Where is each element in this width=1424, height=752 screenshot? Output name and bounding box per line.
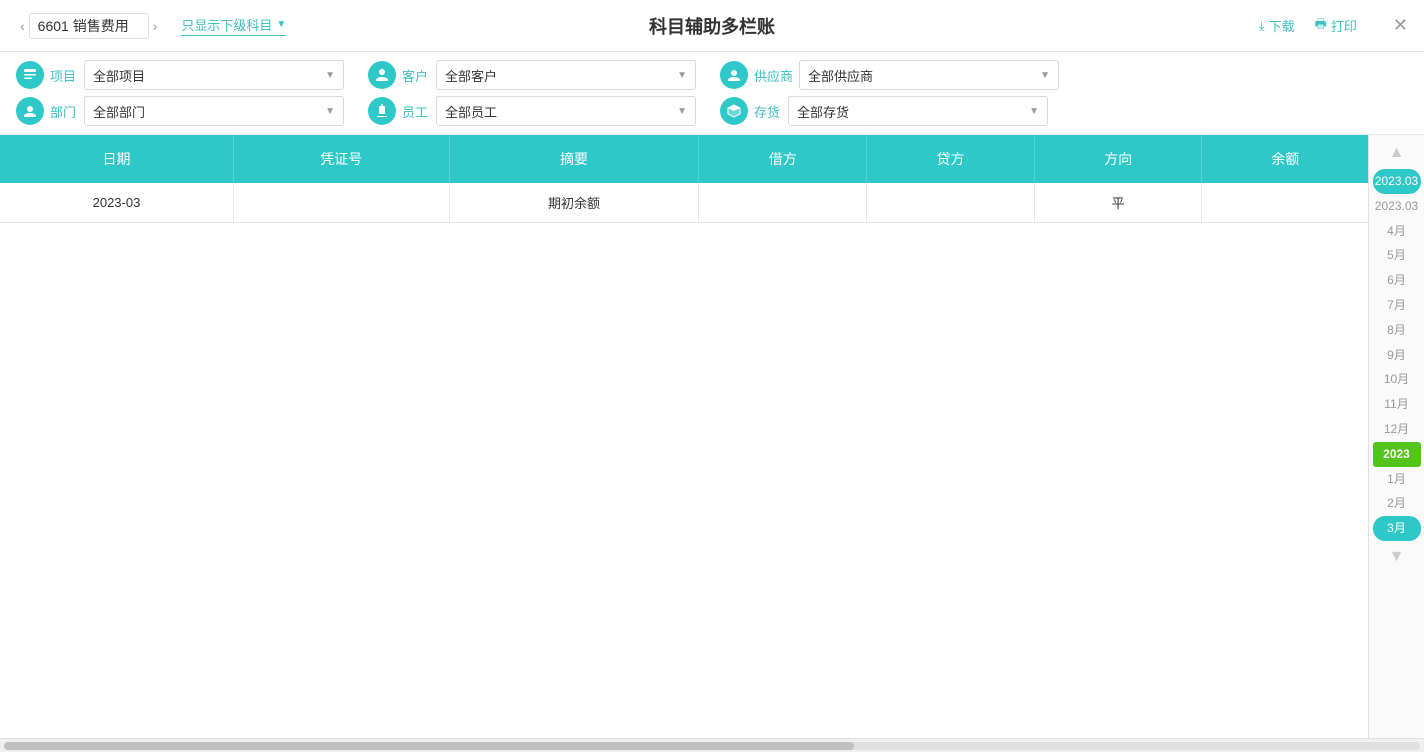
department-label: 部门 <box>50 102 78 121</box>
table-wrapper: 日期 凭证号 摘要 借方 贷方 方向 余额 2023-03 期初余额 平 ▲ <box>0 135 1424 738</box>
sidebar-month-item[interactable]: 2月 <box>1373 491 1421 516</box>
cell-balance <box>1202 183 1368 223</box>
sidebar-month-item[interactable]: 2023.03 <box>1373 169 1421 194</box>
sidebar-month-item[interactable]: 10月 <box>1373 367 1421 392</box>
sidebar-items-container: 2023.032023.034月5月6月7月8月9月10月11月12月20231… <box>1373 169 1421 541</box>
filter-item-inventory: 存货 全部存货 ▼ <box>720 96 1048 126</box>
account-code-area: 6601 销售费用 <box>29 13 149 39</box>
sidebar-month-item[interactable]: 5月 <box>1373 243 1421 268</box>
table-header-row: 日期 凭证号 摘要 借方 贷方 方向 余额 <box>0 135 1368 183</box>
col-summary: 摘要 <box>449 135 699 183</box>
show-sub-accounts-filter[interactable]: 只显示下级科目 ▼ <box>181 15 286 36</box>
sidebar-month-item[interactable]: 2023 <box>1373 442 1421 467</box>
bottom-scrollbar[interactable] <box>0 738 1424 752</box>
supplier-value: 全部供应商 <box>808 66 873 85</box>
print-icon: 🖶 <box>1315 15 1327 37</box>
customer-select[interactable]: 全部客户 ▼ <box>436 60 696 90</box>
filter-chevron-icon: ▼ <box>276 19 286 30</box>
scroll-thumb[interactable] <box>4 742 854 750</box>
account-code-text: 6601 销售费用 <box>29 13 149 39</box>
project-label: 项目 <box>50 66 78 85</box>
print-button[interactable]: 🖶 打印 <box>1315 15 1357 37</box>
sidebar-month-item[interactable]: 1月 <box>1373 467 1421 492</box>
department-icon <box>16 97 44 125</box>
cell-debit <box>699 183 867 223</box>
col-date: 日期 <box>0 135 233 183</box>
filter-item-customer: 客户 全部客户 ▼ <box>368 60 696 90</box>
next-account-arrow[interactable]: › <box>149 16 162 36</box>
customer-value: 全部客户 <box>445 66 497 85</box>
filter-row-2: 部门 全部部门 ▼ 员工 全部员工 ▼ <box>16 96 1408 126</box>
cell-summary: 期初余额 <box>449 183 699 223</box>
close-button[interactable]: ✕ <box>1393 15 1408 36</box>
department-chevron-icon: ▼ <box>325 106 335 117</box>
inventory-icon <box>720 97 748 125</box>
download-icon: ⤓ <box>1259 18 1265 34</box>
prev-account-arrow[interactable]: ‹ <box>16 16 29 36</box>
supplier-select[interactable]: 全部供应商 ▼ <box>799 60 1059 90</box>
col-credit: 贷方 <box>867 135 1035 183</box>
project-chevron-icon: ▼ <box>325 70 335 81</box>
customer-label: 客户 <box>402 66 430 85</box>
col-balance: 余额 <box>1202 135 1368 183</box>
customer-icon <box>368 61 396 89</box>
right-sidebar: ▲ 2023.032023.034月5月6月7月8月9月10月11月12月202… <box>1368 135 1424 738</box>
sidebar-month-item[interactable]: 4月 <box>1373 219 1421 244</box>
filter-item-department: 部门 全部部门 ▼ <box>16 96 344 126</box>
main-window: ‹ 6601 销售费用 › 只显示下级科目 ▼ 科目辅助多栏账 ⤓ 下载 🖶 打… <box>0 0 1424 752</box>
cell-date: 2023-03 <box>0 183 233 223</box>
filter-row-1: 项目 全部项目 ▼ 客户 全部客户 ▼ <box>16 60 1408 90</box>
employee-select[interactable]: 全部员工 ▼ <box>436 96 696 126</box>
employee-icon <box>368 97 396 125</box>
col-voucher: 凭证号 <box>233 135 449 183</box>
print-label: 打印 <box>1331 16 1357 35</box>
sidebar-month-item[interactable]: 8月 <box>1373 318 1421 343</box>
sidebar-month-item[interactable]: 3月 <box>1373 516 1421 541</box>
sidebar-month-item[interactable]: 2023.03 <box>1373 194 1421 219</box>
sidebar-month-item[interactable]: 7月 <box>1373 293 1421 318</box>
download-button[interactable]: ⤓ 下载 <box>1259 16 1295 35</box>
project-value: 全部项目 <box>93 66 145 85</box>
sidebar-month-item[interactable]: 12月 <box>1373 417 1421 442</box>
inventory-chevron-icon: ▼ <box>1029 106 1039 117</box>
cell-credit <box>867 183 1035 223</box>
supplier-icon <box>720 61 748 89</box>
employee-label: 员工 <box>402 102 430 121</box>
top-bar: ‹ 6601 销售费用 › 只显示下级科目 ▼ 科目辅助多栏账 ⤓ 下载 🖶 打… <box>0 0 1424 52</box>
sidebar-month-item[interactable]: 9月 <box>1373 343 1421 368</box>
inventory-value: 全部存货 <box>797 102 849 121</box>
table-row[interactable]: 2023-03 期初余额 平 <box>0 183 1368 223</box>
filter-item-supplier: 供应商 全部供应商 ▼ <box>720 60 1059 90</box>
sidebar-up-arrow[interactable]: ▲ <box>1383 139 1411 167</box>
customer-chevron-icon: ▼ <box>677 70 687 81</box>
cell-direction: 平 <box>1034 183 1202 223</box>
project-icon <box>16 61 44 89</box>
employee-value: 全部员工 <box>445 102 497 121</box>
filter-item-project: 项目 全部项目 ▼ <box>16 60 344 90</box>
supplier-chevron-icon: ▼ <box>1040 70 1050 81</box>
supplier-label: 供应商 <box>754 66 793 85</box>
employee-chevron-icon: ▼ <box>677 106 687 117</box>
department-value: 全部部门 <box>93 102 145 121</box>
department-select[interactable]: 全部部门 ▼ <box>84 96 344 126</box>
scroll-track <box>4 742 1420 750</box>
col-direction: 方向 <box>1034 135 1202 183</box>
page-title: 科目辅助多栏账 <box>649 13 775 39</box>
col-debit: 借方 <box>699 135 867 183</box>
inventory-select[interactable]: 全部存货 ▼ <box>788 96 1048 126</box>
inventory-label: 存货 <box>754 102 782 121</box>
sidebar-month-item[interactable]: 6月 <box>1373 268 1421 293</box>
sidebar-month-item[interactable]: 11月 <box>1373 392 1421 417</box>
cell-voucher <box>233 183 449 223</box>
sidebar-down-arrow[interactable]: ▼ <box>1383 543 1411 571</box>
filter-area: 项目 全部项目 ▼ 客户 全部客户 ▼ <box>0 52 1424 135</box>
download-label: 下载 <box>1269 16 1295 35</box>
ledger-table: 日期 凭证号 摘要 借方 贷方 方向 余额 2023-03 期初余额 平 <box>0 135 1368 223</box>
filter-item-employee: 员工 全部员工 ▼ <box>368 96 696 126</box>
table-container: 日期 凭证号 摘要 借方 贷方 方向 余额 2023-03 期初余额 平 <box>0 135 1368 738</box>
top-actions: ⤓ 下载 🖶 打印 ✕ <box>1259 15 1408 37</box>
show-sub-accounts-label: 只显示下级科目 <box>181 15 272 34</box>
project-select[interactable]: 全部项目 ▼ <box>84 60 344 90</box>
